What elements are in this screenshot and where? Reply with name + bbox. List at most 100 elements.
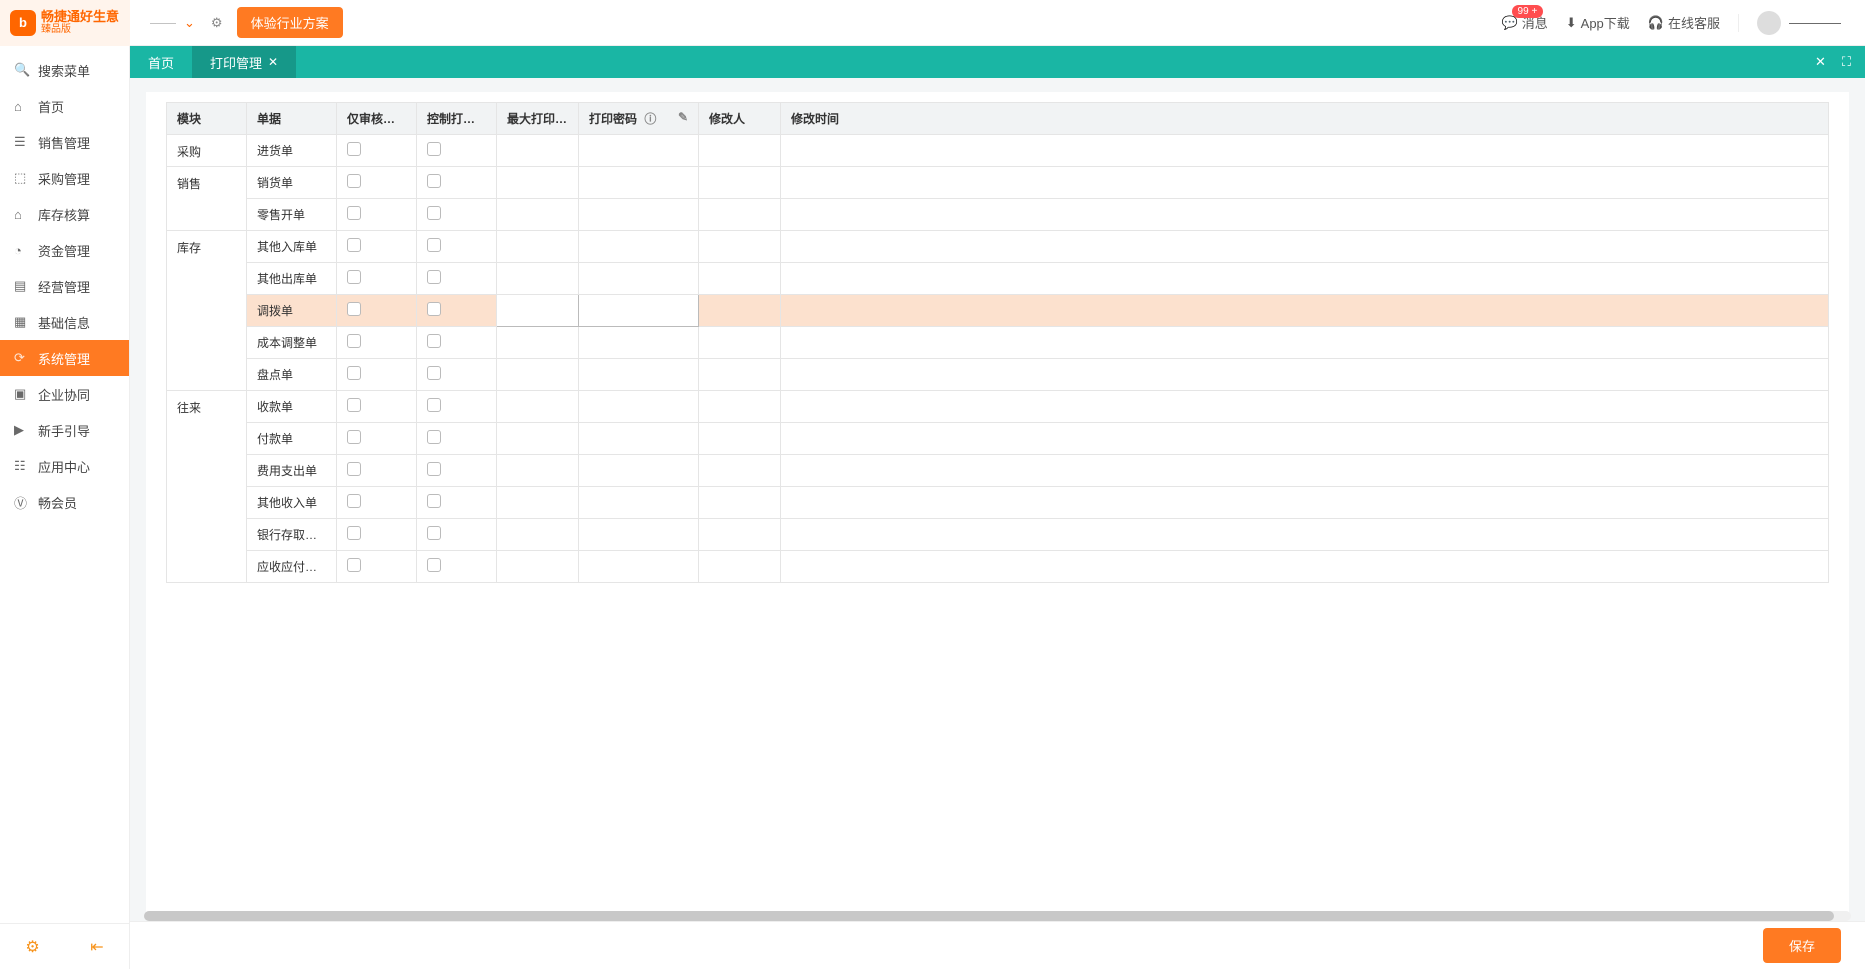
checkbox[interactable] (347, 302, 361, 316)
support-button[interactable]: 🎧 在线客服 (1648, 13, 1720, 32)
checkbox[interactable] (427, 142, 441, 156)
help-icon[interactable]: ⓘ (644, 112, 656, 126)
close-all-icon[interactable]: ✕ (1815, 54, 1826, 70)
table-row: 盘点单 (167, 359, 1829, 391)
col-max-count: 最大打印次数 (497, 103, 579, 135)
cell-max-count[interactable] (497, 135, 579, 167)
cell-max-count[interactable] (497, 455, 579, 487)
cell-password[interactable] (579, 231, 699, 263)
checkbox[interactable] (347, 526, 361, 540)
cell-password[interactable] (579, 551, 699, 583)
cell-password[interactable] (579, 327, 699, 359)
org-selector[interactable]: —— ⌄ ⚙ (150, 15, 223, 31)
checkbox[interactable] (347, 334, 361, 348)
checkbox[interactable] (347, 462, 361, 476)
checkbox[interactable] (427, 302, 441, 316)
save-button[interactable]: 保存 (1763, 928, 1841, 963)
cell-control-count (417, 423, 497, 455)
cell-max-count[interactable] (497, 423, 579, 455)
cell-password[interactable] (579, 423, 699, 455)
checkbox[interactable] (427, 270, 441, 284)
checkbox[interactable] (347, 174, 361, 188)
cell-password[interactable] (579, 487, 699, 519)
cell-max-count[interactable] (497, 551, 579, 583)
close-icon[interactable]: ✕ (268, 55, 278, 69)
checkbox[interactable] (427, 526, 441, 540)
cell-password[interactable] (579, 199, 699, 231)
sidebar-item-9[interactable]: ▣企业协同 (0, 376, 129, 412)
cell-password[interactable] (579, 391, 699, 423)
checkbox[interactable] (347, 366, 361, 380)
sidebar-item-2[interactable]: ☰销售管理 (0, 124, 129, 160)
sidebar-item-8[interactable]: ⟳系统管理 (0, 340, 129, 376)
cell-password[interactable] (579, 167, 699, 199)
industry-cta-button[interactable]: 体验行业方案 (237, 7, 343, 38)
cell-max-count[interactable] (497, 519, 579, 551)
checkbox[interactable] (347, 142, 361, 156)
menu-label: 经营管理 (38, 277, 90, 296)
sidebar-item-3[interactable]: ⬚采购管理 (0, 160, 129, 196)
cell-password[interactable] (579, 455, 699, 487)
messages-button[interactable]: 💬 消息 99 + (1502, 13, 1548, 32)
cell-modified-by (699, 199, 781, 231)
checkbox[interactable] (427, 462, 441, 476)
checkbox[interactable] (427, 398, 441, 412)
sidebar-item-0[interactable]: 🔍搜索菜单 (0, 52, 129, 88)
settings-button[interactable]: ⚙ (25, 937, 39, 957)
gear-icon[interactable]: ⚙ (211, 15, 223, 31)
checkbox[interactable] (427, 334, 441, 348)
checkbox[interactable] (347, 430, 361, 444)
checkbox[interactable] (427, 206, 441, 220)
app-download-button[interactable]: ⬇ App下载 (1566, 13, 1630, 32)
checkbox[interactable] (347, 238, 361, 252)
cell-password[interactable] (579, 135, 699, 167)
checkbox[interactable] (347, 270, 361, 284)
cell-max-count[interactable] (497, 359, 579, 391)
checkbox[interactable] (427, 238, 441, 252)
cell-modified-at (781, 487, 1829, 519)
sidebar-item-7[interactable]: ▦基础信息 (0, 304, 129, 340)
cell-max-count[interactable] (497, 263, 579, 295)
menu-icon: ▦ (14, 314, 30, 330)
checkbox[interactable] (427, 558, 441, 572)
edit-icon[interactable]: ✎ (678, 110, 688, 124)
cell-max-count[interactable] (497, 167, 579, 199)
cell-modified-at (781, 519, 1829, 551)
cell-max-count[interactable] (497, 295, 579, 327)
checkbox[interactable] (347, 398, 361, 412)
cell-max-count[interactable] (497, 231, 579, 263)
sidebar-item-11[interactable]: ☷应用中心 (0, 448, 129, 484)
checkbox[interactable] (347, 558, 361, 572)
cell-password[interactable] (579, 519, 699, 551)
checkbox[interactable] (347, 206, 361, 220)
sidebar-item-12[interactable]: Ⓥ畅会员 (0, 484, 129, 520)
fullscreen-icon[interactable]: ⛶ (1842, 54, 1851, 70)
cell-max-count[interactable] (497, 199, 579, 231)
cell-only-after-audit (337, 295, 417, 327)
logo: b 畅捷通好生意 臻品版 (0, 0, 130, 46)
cell-only-after-audit (337, 359, 417, 391)
cell-max-count[interactable] (497, 327, 579, 359)
checkbox[interactable] (427, 174, 441, 188)
tab-home[interactable]: 首页 (130, 46, 192, 78)
cell-password[interactable] (579, 359, 699, 391)
cell-max-count[interactable] (497, 487, 579, 519)
sidebar-item-4[interactable]: ⌂库存核算 (0, 196, 129, 232)
user-menu[interactable]: ———— (1757, 11, 1841, 35)
cell-only-after-audit (337, 231, 417, 263)
sidebar-item-6[interactable]: ▤经营管理 (0, 268, 129, 304)
checkbox[interactable] (427, 494, 441, 508)
sidebar-item-10[interactable]: ▶新手引导 (0, 412, 129, 448)
checkbox[interactable] (427, 430, 441, 444)
sidebar-item-1[interactable]: ⌂首页 (0, 88, 129, 124)
checkbox[interactable] (427, 366, 441, 380)
horizontal-scrollbar[interactable] (144, 911, 1851, 921)
menu-label: 应用中心 (38, 457, 90, 476)
sidebar-item-5[interactable]: ◔资金管理 (0, 232, 129, 268)
cell-password[interactable] (579, 295, 699, 327)
checkbox[interactable] (347, 494, 361, 508)
cell-max-count[interactable] (497, 391, 579, 423)
cell-password[interactable] (579, 263, 699, 295)
collapse-button[interactable]: ⇤ (90, 937, 103, 957)
tab-print-management[interactable]: 打印管理 ✕ (192, 46, 296, 78)
